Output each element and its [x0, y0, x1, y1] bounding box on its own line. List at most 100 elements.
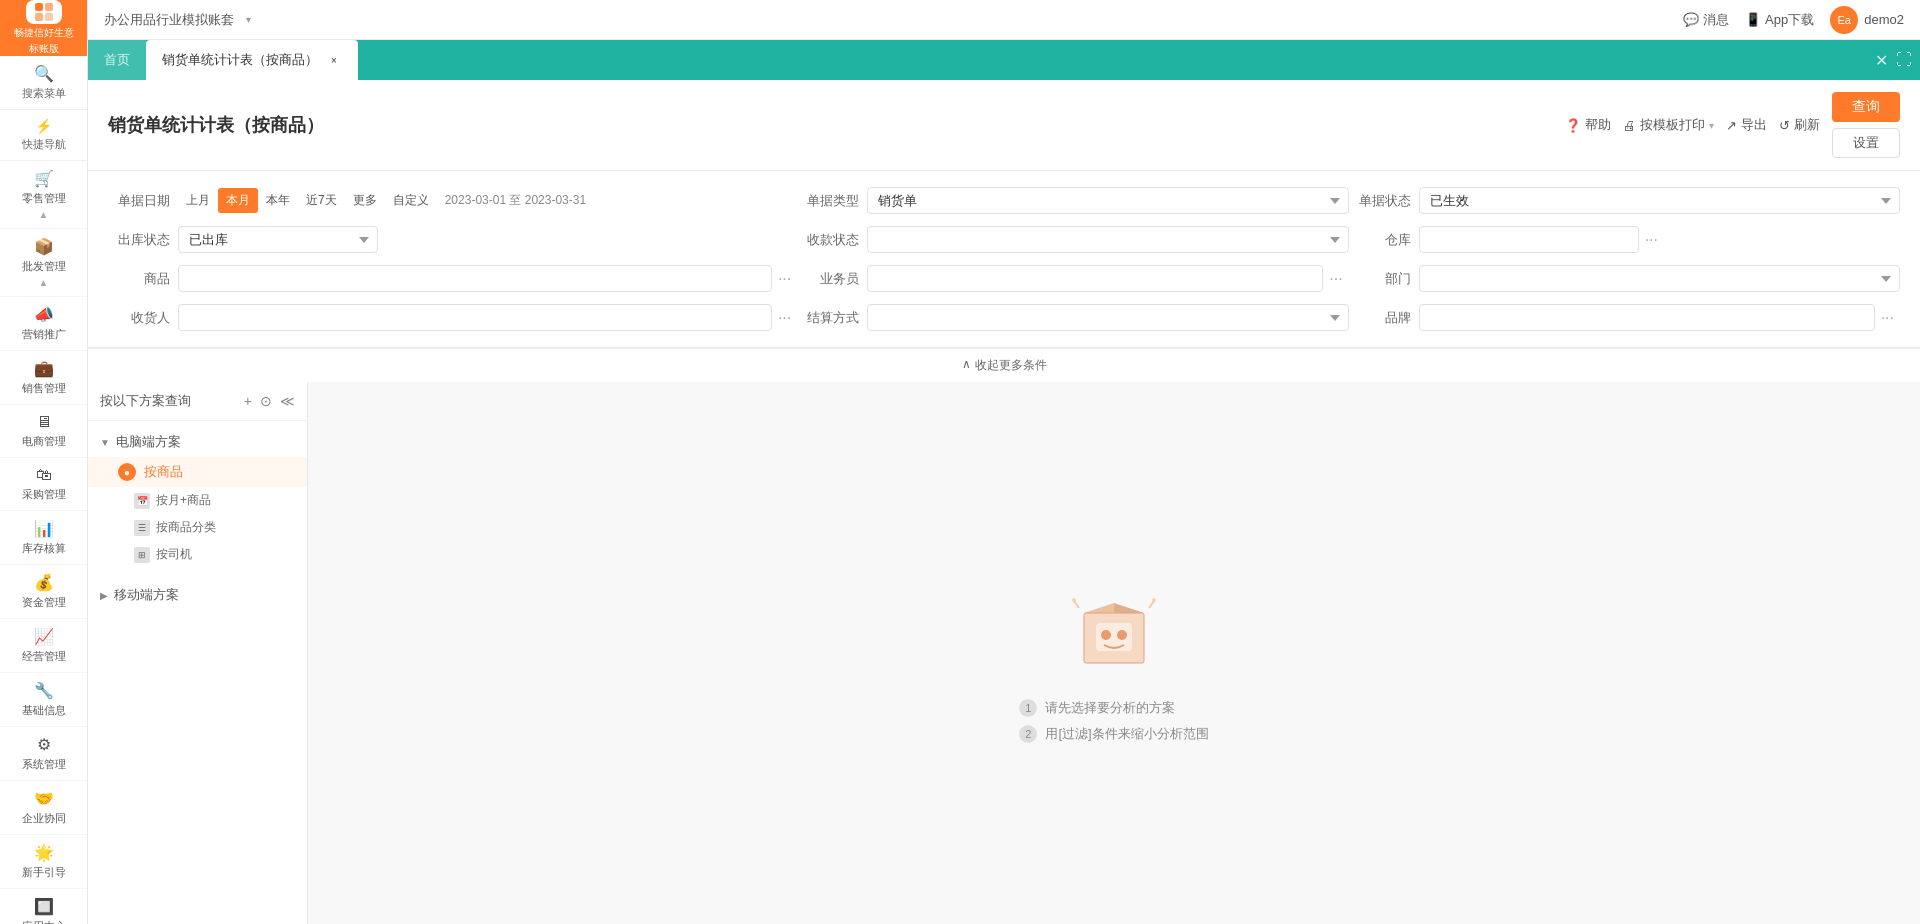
sidebar-item-wholesale[interactable]: 📦 批发管理 ▲ — [0, 229, 87, 297]
svg-point-8 — [1117, 630, 1127, 640]
setting-button[interactable]: 设置 — [1832, 128, 1900, 158]
sidebar-item-retail[interactable]: 🛒 零售管理 ▲ — [0, 161, 87, 229]
date-btn-curr-month[interactable]: 本月 — [218, 188, 258, 213]
tree-item-by-driver[interactable]: ⊞ 按司机 — [88, 541, 307, 568]
sidebar-item-basic[interactable]: 🔧 基础信息 — [0, 673, 87, 727]
right-content: 1 请先选择要分析的方案 2 用[过滤]条件来缩小分析范围 — [308, 382, 1920, 924]
sidebar-item-inventory[interactable]: 📊 库存核算 — [0, 511, 87, 565]
date-btn-more[interactable]: 更多 — [345, 188, 385, 213]
empty-illustration — [1054, 563, 1174, 683]
staff-more-btn[interactable]: ··· — [1323, 270, 1348, 288]
export-btn[interactable]: ↗ 导出 — [1726, 116, 1767, 134]
filter-staff-item: 业务员 ··· — [797, 265, 1348, 292]
sidebar-item-operations[interactable]: 📈 经营管理 — [0, 619, 87, 673]
category-icon: ☰ — [134, 520, 150, 536]
sidebar-item-ecommerce[interactable]: 🖥 电商管理 — [0, 405, 87, 458]
tab-minimize-icon[interactable]: ✕ — [1875, 51, 1888, 70]
tab-expand-icon[interactable]: ⛶ — [1896, 51, 1912, 69]
user-profile-btn[interactable]: Ea demo2 — [1830, 6, 1904, 34]
print-btn[interactable]: 🖨 按模板打印 ▾ — [1623, 116, 1714, 134]
help-btn[interactable]: ❓ 帮助 — [1565, 116, 1611, 134]
date-btn-prev-month[interactable]: 上月 — [178, 188, 218, 213]
tab-bar: 首页 销货单统计计表（按商品） × ✕ ⛶ — [88, 40, 1920, 80]
sidebar-item-marketing[interactable]: 📣 营销推广 — [0, 297, 87, 351]
brand-control: ··· — [1419, 304, 1900, 331]
svg-line-10 — [1149, 601, 1154, 608]
docstatus-label: 单据状态 — [1349, 192, 1419, 210]
receiver-input[interactable] — [178, 304, 772, 331]
date-btn-curr-year[interactable]: 本年 — [258, 188, 298, 213]
sidebar-item-sales[interactable]: 💼 销售管理 — [0, 351, 87, 405]
refresh-btn[interactable]: ↺ 刷新 — [1779, 116, 1820, 134]
tab-close-btn[interactable]: × — [326, 52, 342, 68]
sidebar: 畅捷信好生意 标账版 🔍 搜索菜单 ⚡ 快捷导航 🛒 零售管理 ▲ 📦 批发管理… — [0, 0, 88, 924]
workspace-area: 办公用品行业模拟账套 ▾ — [104, 11, 251, 29]
tab-active[interactable]: 销货单统计计表（按商品） × — [146, 40, 358, 80]
enterprise-icon: 🤝 — [34, 789, 54, 808]
page-content: 销货单统计计表（按商品） ❓ 帮助 🖨 按模板打印 ▾ ↗ 导出 ↺ 刷新 — [88, 80, 1920, 924]
doctype-select[interactable]: 销货单 — [867, 187, 1348, 214]
sidebar-search-menu[interactable]: 🔍 搜索菜单 — [0, 56, 87, 110]
tab-home[interactable]: 首页 — [88, 40, 146, 80]
sidebar-item-finance[interactable]: 💰 资金管理 — [0, 565, 87, 619]
top-bar-right: 💬 消息 📱 App下载 Ea demo2 — [1683, 6, 1904, 34]
goods-more-btn[interactable]: ··· — [772, 270, 797, 288]
brand-label: 品牌 — [1349, 309, 1419, 327]
payment-select[interactable] — [867, 226, 1348, 253]
left-panel-add-btn[interactable]: + — [244, 393, 252, 409]
app-download-btn[interactable]: 📱 App下载 — [1745, 11, 1814, 29]
svg-line-9 — [1074, 601, 1079, 608]
message-btn[interactable]: 💬 消息 — [1683, 11, 1729, 29]
dept-label: 部门 — [1349, 270, 1419, 288]
whstatus-label: 出库状态 — [108, 231, 178, 249]
sidebar-nav-item[interactable]: ⚡ 快捷导航 — [0, 110, 87, 161]
left-panel-collapse-btn[interactable]: ≪ — [280, 393, 295, 409]
print-dropdown-icon: ▾ — [1709, 120, 1714, 131]
sidebar-item-enterprise[interactable]: 🤝 企业协同 — [0, 781, 87, 835]
whstatus-select[interactable]: 已出库 — [178, 226, 378, 253]
query-button[interactable]: 查询 — [1832, 92, 1900, 122]
staff-input[interactable] — [867, 265, 1323, 292]
tree-item-by-category[interactable]: ☰ 按商品分类 — [88, 514, 307, 541]
home-tab-label: 首页 — [104, 51, 130, 69]
tab-bar-actions: ✕ ⛶ — [1875, 51, 1920, 70]
retail-icon: 🛒 — [34, 169, 54, 188]
date-label: 单据日期 — [108, 192, 178, 210]
filter-doctype-item: 单据类型 销货单 — [797, 187, 1348, 214]
sidebar-item-purchase[interactable]: 🛍 采购管理 — [0, 458, 87, 511]
left-panel-edit-btn[interactable]: ⊙ — [260, 393, 272, 409]
by-goods-label: 按商品 — [144, 463, 183, 481]
docstatus-select[interactable]: 已生效 — [1419, 187, 1900, 214]
warehouse-more-btn[interactable]: ··· — [1639, 231, 1664, 249]
collapse-filter-btn[interactable]: ∧ 收起更多条件 — [88, 348, 1920, 382]
operations-icon: 📈 — [34, 627, 54, 646]
brand-more-btn[interactable]: ··· — [1875, 309, 1900, 327]
warehouse-input[interactable] — [1419, 226, 1639, 253]
receiver-more-btn[interactable]: ··· — [772, 309, 797, 327]
left-panel-header: 按以下方案查询 + ⊙ ≪ — [88, 382, 307, 421]
tree-group-mobile-title[interactable]: ▶ 移动端方案 — [88, 580, 307, 610]
tree-item-by-month-goods[interactable]: 📅 按月+商品 — [88, 487, 307, 514]
tree-item-by-goods[interactable]: ● 按商品 — [88, 457, 307, 487]
sidebar-item-newguide[interactable]: 🌟 新手引导 — [0, 835, 87, 889]
settlement-select[interactable] — [867, 304, 1348, 331]
sidebar-item-appstore[interactable]: 🔲 应用中心 — [0, 889, 87, 924]
tree-group-pc-title[interactable]: ▼ 电脑端方案 — [88, 427, 307, 457]
page-title: 销货单统计计表（按商品） — [108, 113, 324, 149]
goods-label: 商品 — [108, 270, 178, 288]
svg-rect-0 — [35, 3, 43, 11]
brand-input[interactable] — [1419, 304, 1875, 331]
filter-row-receiver: 收货人 ··· 结算方式 — [108, 304, 1900, 331]
goods-input[interactable] — [178, 265, 772, 292]
date-btn-7days[interactable]: 近7天 — [298, 188, 345, 213]
page-header-actions: ❓ 帮助 🖨 按模板打印 ▾ ↗ 导出 ↺ 刷新 查询 — [1565, 92, 1900, 170]
left-panel-icons: + ⊙ ≪ — [244, 393, 295, 409]
receiver-control: ··· — [178, 304, 797, 331]
filter-warehouse-item: 仓库 ··· — [1349, 226, 1900, 253]
download-icon: 📱 — [1745, 12, 1761, 27]
dept-select[interactable] — [1419, 265, 1900, 292]
refresh-icon: ↺ — [1779, 118, 1790, 133]
sidebar-item-system[interactable]: ⚙ 系统管理 — [0, 727, 87, 781]
workspace-dropdown-icon[interactable]: ▾ — [246, 14, 251, 25]
date-btn-custom[interactable]: 自定义 — [385, 188, 437, 213]
